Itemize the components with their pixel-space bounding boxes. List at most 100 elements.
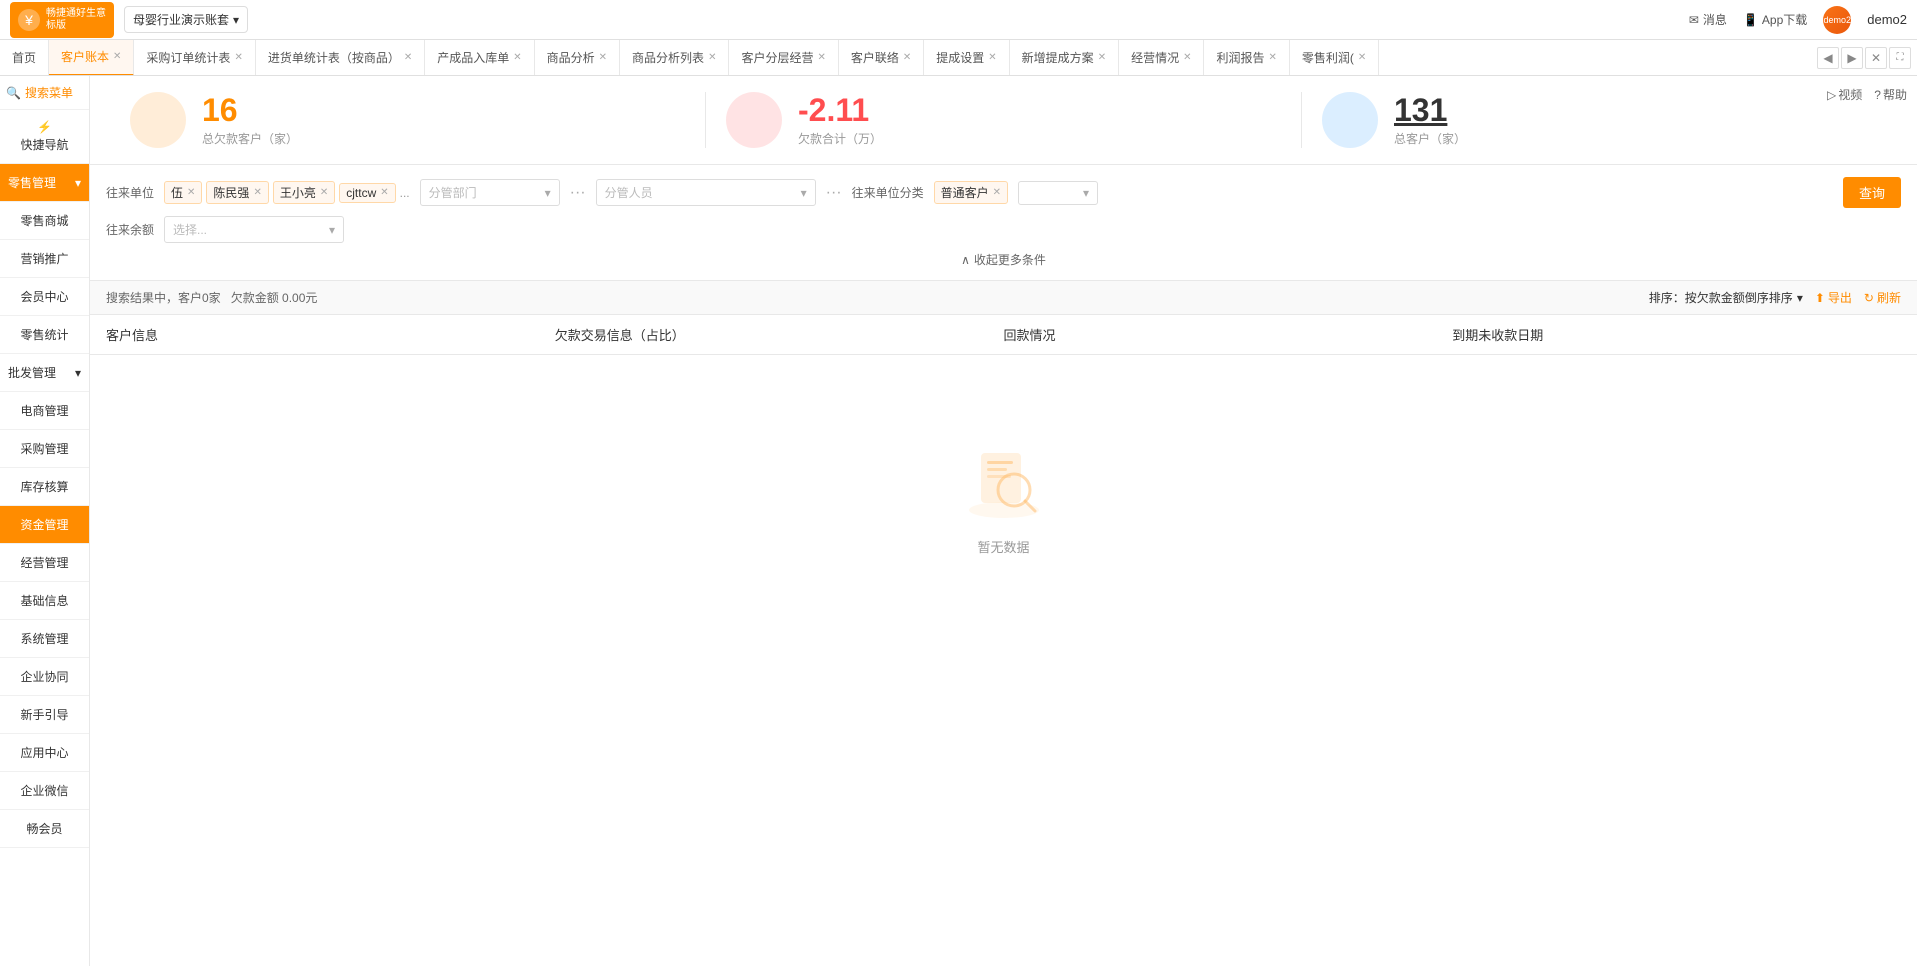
tab-profit-report[interactable]: 利润报告 ✕: [1204, 40, 1289, 76]
stat-number-customers: 16: [202, 94, 298, 126]
tab-purchase-orders[interactable]: 采购订单统计表 ✕: [134, 40, 255, 76]
remove-tag-4[interactable]: ✕: [380, 187, 388, 198]
tab-analysis-list-close[interactable]: ✕: [708, 52, 716, 63]
tab-production-close[interactable]: ✕: [513, 52, 521, 63]
dept-dots[interactable]: ···: [570, 184, 586, 202]
logo-text: 畅捷通好生意 标版: [46, 8, 106, 32]
sidebar-item-sys-mgmt[interactable]: 系统管理: [0, 620, 89, 658]
balance-selector[interactable]: 选择... ▾: [164, 216, 344, 243]
results-bar-right: 排序：按欠款金额倒序排序 ▾ ⬆ 导出 ↻ 刷新: [1649, 289, 1901, 306]
unit-category-tags: 普通客户 ✕: [934, 181, 1008, 204]
sidebar-item-ops[interactable]: 经营管理: [0, 544, 89, 582]
nav-expand-button[interactable]: ⛶: [1889, 47, 1911, 69]
sidebar-item-new-user[interactable]: 新手引导: [0, 696, 89, 734]
nav-close-all-button[interactable]: ✕: [1865, 47, 1887, 69]
category-dropdown[interactable]: ▾: [1018, 181, 1098, 205]
tab-new-achieve-close[interactable]: ✕: [1098, 52, 1106, 63]
sidebar-item-wholesale-mgmt[interactable]: 批发管理 ▾: [0, 354, 89, 392]
sidebar-search[interactable]: 🔍 搜索菜单: [0, 76, 89, 110]
tab-stock-close[interactable]: ✕: [404, 52, 412, 63]
remove-tag-2[interactable]: ✕: [253, 187, 261, 198]
main-layout: 🔍 搜索菜单 ⚡ 快捷导航 零售管理 ▾ 零售商城 营销推广 会员中心 零售统计…: [0, 76, 1917, 966]
col-customer-info: 客户信息: [106, 325, 555, 344]
person-dots[interactable]: ···: [826, 184, 842, 202]
tab-new-achieve[interactable]: 新增提成方案 ✕: [1010, 40, 1119, 76]
filter-tag-2[interactable]: 陈民强 ✕: [206, 181, 268, 204]
sidebar-item-members[interactable]: 会员中心: [0, 278, 89, 316]
sidebar-item-retail-mall[interactable]: 零售商城: [0, 202, 89, 240]
help-btn[interactable]: ? 帮助: [1874, 86, 1907, 103]
industry-selector[interactable]: 母婴行业演示账套 ▾: [124, 6, 248, 33]
tab-biz-status[interactable]: 经营情况 ✕: [1119, 40, 1204, 76]
dept-selector[interactable]: 分管部门 ▾: [420, 179, 560, 206]
sidebar-item-retail-stats[interactable]: 零售统计: [0, 316, 89, 354]
tab-retail-profit-close[interactable]: ✕: [1358, 52, 1366, 63]
sidebar-item-enterprise-collab[interactable]: 企业协同: [0, 658, 89, 696]
results-sort[interactable]: 排序：按欠款金额倒序排序 ▾: [1649, 289, 1803, 306]
tab-stock-stats[interactable]: 进货单统计表（按商品） ✕: [256, 40, 425, 76]
tab-customer-ops-close[interactable]: ✕: [817, 52, 825, 63]
tab-home[interactable]: 首页: [0, 40, 49, 76]
sidebar-item-quick-nav[interactable]: ⚡ 快捷导航: [0, 110, 89, 164]
sidebar-item-basics[interactable]: 基础信息: [0, 582, 89, 620]
filter-tag-4[interactable]: cjttcw ✕: [339, 183, 395, 203]
tab-accounts[interactable]: 客户账本 ✕: [49, 40, 134, 76]
tab-accounts-close[interactable]: ✕: [113, 51, 121, 62]
tab-production[interactable]: 产成品入库单 ✕: [425, 40, 534, 76]
person-selector[interactable]: 分管人员 ▾: [596, 179, 816, 206]
cat-tag-1[interactable]: 普通客户 ✕: [934, 181, 1008, 204]
search-button[interactable]: 查询: [1843, 177, 1901, 208]
video-btn[interactable]: ▷ 视频: [1827, 86, 1862, 103]
top-bar-right: ✉ 消息 📱 App下载 demo2 demo2: [1689, 6, 1907, 34]
sidebar-item-inventory[interactable]: 库存核算: [0, 468, 89, 506]
sidebar-item-finance[interactable]: 资金管理: [0, 506, 89, 544]
collapse-button[interactable]: ∧ 收起更多条件: [106, 251, 1901, 268]
tab-analysis-list[interactable]: 商品分析列表 ✕: [620, 40, 729, 76]
app-download-button[interactable]: 📱 App下载: [1743, 11, 1807, 28]
sidebar-item-retail-mgmt[interactable]: 零售管理 ▾: [0, 164, 89, 202]
content-area: ¥ 16 总欠款客户（家） ✦ -2.11 欠款合计（万）: [90, 76, 1917, 966]
person-arrow-icon: ▾: [801, 186, 807, 200]
sidebar: 🔍 搜索菜单 ⚡ 快捷导航 零售管理 ▾ 零售商城 营销推广 会员中心 零售统计…: [0, 76, 90, 966]
user-avatar[interactable]: demo2: [1823, 6, 1851, 34]
filter-more[interactable]: ...: [400, 186, 410, 200]
tab-analysis[interactable]: 商品分析 ✕: [535, 40, 620, 76]
messages-button[interactable]: ✉ 消息: [1689, 11, 1727, 28]
username-label: demo2: [1867, 12, 1907, 27]
sidebar-item-purchase[interactable]: 采购管理: [0, 430, 89, 468]
filter-tag-1[interactable]: 伍 ✕: [164, 181, 202, 204]
search-icon: 🔍: [6, 86, 21, 100]
sidebar-item-app-center[interactable]: 应用中心: [0, 734, 89, 772]
tab-retail-profit[interactable]: 零售利润( ✕: [1290, 40, 1379, 76]
sidebar-item-marketing[interactable]: 营销推广: [0, 240, 89, 278]
stat-label-debt: 欠款合计（万）: [798, 130, 882, 147]
nav-next-button[interactable]: ▶: [1841, 47, 1863, 69]
tab-biz-status-close[interactable]: ✕: [1183, 52, 1191, 63]
tab-achieve-settings[interactable]: 提成设置 ✕: [924, 40, 1009, 76]
tab-purchase-close[interactable]: ✕: [234, 52, 242, 63]
sidebar-item-enterprise-wechat[interactable]: 企业微信: [0, 772, 89, 810]
results-amount: 欠款金额 0.00元: [231, 289, 318, 306]
refresh-button[interactable]: ↻ 刷新: [1864, 289, 1901, 306]
tab-analysis-close[interactable]: ✕: [599, 52, 607, 63]
category-arrow-icon: ▾: [1083, 186, 1089, 200]
remove-tag-3[interactable]: ✕: [320, 187, 328, 198]
sidebar-item-ecommerce[interactable]: 电商管理: [0, 392, 89, 430]
tab-profit-report-close[interactable]: ✕: [1269, 52, 1277, 63]
tab-achieve-settings-close[interactable]: ✕: [988, 52, 996, 63]
chevron-icon-wholesale: ▾: [75, 366, 81, 380]
filter-tag-3[interactable]: 王小亮 ✕: [273, 181, 335, 204]
tab-customer-contact-close[interactable]: ✕: [903, 52, 911, 63]
sidebar-item-member-plus[interactable]: 畅会员: [0, 810, 89, 848]
remove-tag-1[interactable]: ✕: [187, 187, 195, 198]
sort-arrow-icon: ▾: [1797, 291, 1803, 305]
stat-card-clients: ▦ 131 总客户（家）: [1302, 92, 1897, 148]
remove-cat-1[interactable]: ✕: [993, 187, 1001, 198]
chevron-down-icon: ▾: [233, 13, 239, 27]
nav-tabs: 首页 客户账本 ✕ 采购订单统计表 ✕ 进货单统计表（按商品） ✕ 产成品入库单…: [0, 40, 1917, 76]
tab-customer-ops[interactable]: 客户分层经营 ✕: [729, 40, 838, 76]
dept-arrow-icon: ▾: [545, 186, 551, 200]
tab-customer-contact[interactable]: 客户联络 ✕: [839, 40, 924, 76]
export-button[interactable]: ⬆ 导出: [1815, 289, 1852, 306]
nav-prev-button[interactable]: ◀: [1817, 47, 1839, 69]
